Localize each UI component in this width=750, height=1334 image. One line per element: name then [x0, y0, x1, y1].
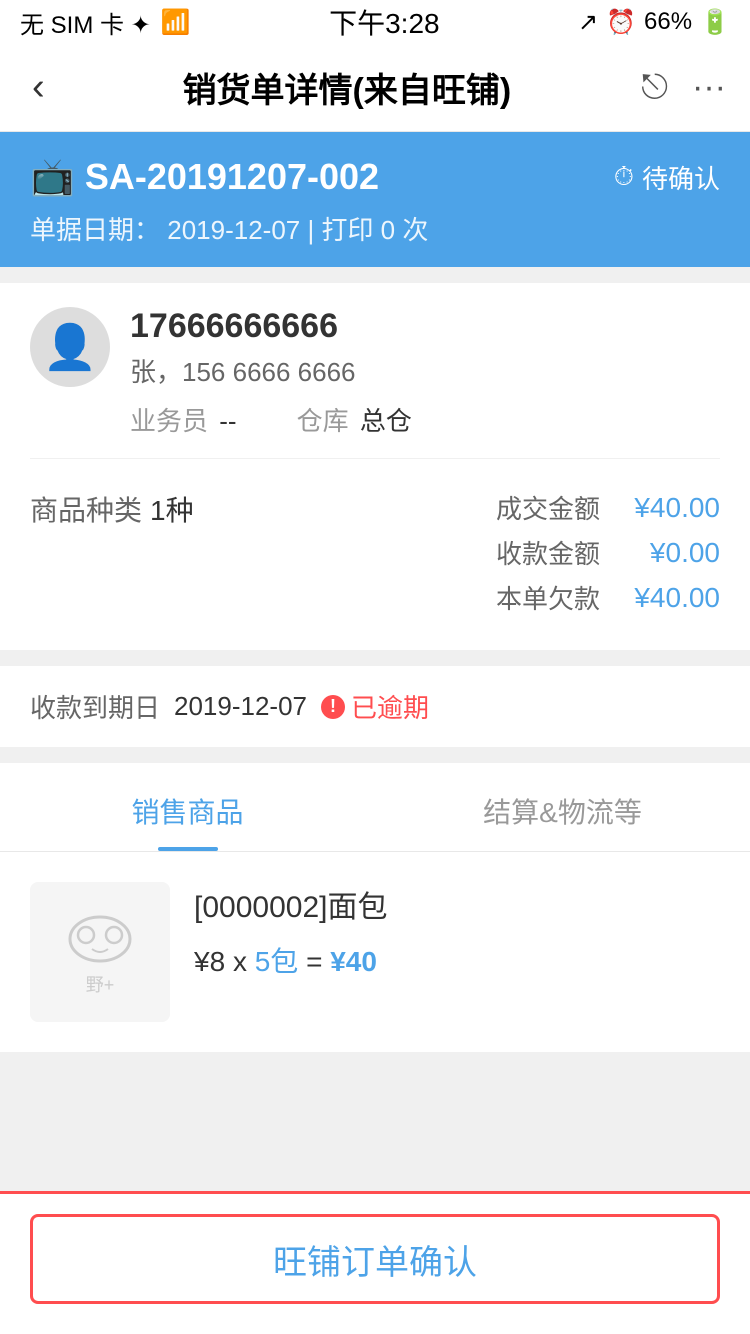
- page-title: 销货单详情(来自旺铺): [183, 63, 512, 112]
- owed-row: 本单欠款 ¥40.00: [496, 579, 720, 616]
- due-date-section: 收款到期日 2019-12-07 ! 已逾期: [0, 666, 750, 747]
- status-text: 待确认: [642, 159, 720, 196]
- product-type: 商品种类 1种: [30, 489, 194, 529]
- product-logo: 野+: [60, 907, 140, 997]
- tab-settlement-label: 结算&物流等: [483, 797, 642, 828]
- warehouse-label: 仓库: [297, 406, 349, 436]
- alarm-icon: ⏰: [606, 8, 636, 37]
- tab-settlement[interactable]: 结算&物流等: [375, 763, 750, 851]
- amount-summary: 成交金额 ¥40.00 收款金额 ¥0.00 本单欠款 ¥40.00: [496, 489, 720, 616]
- overdue-badge: ! 已逾期: [321, 688, 429, 725]
- product-qty: 5包: [255, 946, 299, 977]
- battery-text: 66%: [644, 8, 692, 36]
- warehouse-meta: 仓库 总仓: [297, 401, 412, 438]
- product-name: [0000002]面包: [194, 882, 720, 926]
- status-time: 下午3:28: [329, 2, 440, 42]
- product-price: ¥8 x 5包 = ¥40: [194, 940, 720, 980]
- divider-1: [30, 458, 720, 459]
- transaction-label: 成交金额: [496, 489, 600, 526]
- product-thumbnail: 野+: [30, 882, 170, 1022]
- order-date: 单据日期： 2019-12-07 | 打印 0 次: [30, 210, 720, 247]
- customer-name: 张，156 6666 6666: [130, 352, 720, 389]
- tab-products[interactable]: 销售商品: [0, 763, 375, 851]
- product-type-label: 商品种类: [30, 489, 142, 529]
- product-info: [0000002]面包 ¥8 x 5包 = ¥40: [194, 882, 720, 980]
- date-value: 2019-12-07: [167, 215, 300, 245]
- due-label: 收款到期日: [30, 688, 160, 725]
- transaction-value: ¥40.00: [620, 492, 720, 524]
- warehouse-value: 总仓: [360, 406, 412, 436]
- customer-info: 17666666666 张，156 6666 6666 业务员 -- 仓库 总仓: [130, 307, 720, 438]
- overdue-dot-icon: !: [321, 695, 345, 719]
- status-badge: ⏱ 待确认: [614, 159, 720, 196]
- sim-text: 无 SIM 卡 ✦: [20, 5, 151, 40]
- transaction-row: 成交金额 ¥40.00: [496, 489, 720, 526]
- sales-value: --: [219, 406, 236, 436]
- tabs-header: 销售商品 结算&物流等: [0, 763, 750, 852]
- equals-sign: =: [306, 946, 330, 977]
- multiply-sign: x: [233, 946, 255, 977]
- confirm-btn-label: 旺铺订单确认: [273, 1235, 477, 1284]
- owed-value: ¥40.00: [620, 582, 720, 614]
- tabs-section: 销售商品 结算&物流等 野+ [0000002]面包 ¥8 x: [0, 763, 750, 1052]
- order-id-text: SA-20191207-002: [85, 156, 379, 198]
- received-value: ¥0.00: [620, 537, 720, 569]
- order-header: 📺 SA-20191207-002 ⏱ 待确认 单据日期： 2019-12-07…: [0, 132, 750, 267]
- battery-icon: 🔋: [700, 8, 730, 37]
- sales-meta: 业务员 --: [130, 401, 237, 438]
- owed-label: 本单欠款: [496, 579, 600, 616]
- product-logo-text: 野+: [86, 971, 115, 997]
- confirm-order-button[interactable]: 旺铺订单确认: [30, 1214, 720, 1304]
- avatar-icon: 👤: [43, 321, 98, 373]
- due-date-value: 2019-12-07: [174, 691, 307, 722]
- status-bar: 无 SIM 卡 ✦ 📶 下午3:28 ↗ ⏰ 66% 🔋: [0, 0, 750, 44]
- summary-section: 商品种类 1种 成交金额 ¥40.00 收款金额 ¥0.00 本单欠款 ¥40.…: [30, 479, 720, 626]
- share-icon[interactable]: ⎋: [641, 68, 668, 107]
- back-button[interactable]: ‹: [24, 58, 53, 117]
- print-info: | 打印 0 次: [307, 215, 428, 245]
- nav-bar: ‹ 销货单详情(来自旺铺) ⎋ ···: [0, 44, 750, 132]
- status-clock-icon: ⏱: [614, 161, 634, 193]
- received-row: 收款金额 ¥0.00: [496, 534, 720, 571]
- nav-actions: ⎋ ···: [641, 68, 726, 107]
- customer-meta: 业务员 -- 仓库 总仓: [130, 401, 720, 438]
- avatar: 👤: [30, 307, 110, 387]
- product-item: 野+ [0000002]面包 ¥8 x 5包 = ¥40: [0, 852, 750, 1052]
- overdue-text: 已逾期: [351, 688, 429, 725]
- customer-phone: 17666666666: [130, 307, 720, 346]
- product-total: ¥40: [330, 946, 377, 977]
- received-label: 收款金额: [496, 534, 600, 571]
- order-id: 📺 SA-20191207-002: [30, 156, 379, 198]
- location-icon: ↗: [578, 8, 598, 37]
- price-unit: ¥8: [194, 946, 225, 977]
- status-right: ↗ ⏰ 66% 🔋: [578, 8, 730, 37]
- sales-label: 业务员: [130, 406, 208, 436]
- wifi-icon: 📶: [161, 8, 191, 37]
- status-left: 无 SIM 卡 ✦ 📶: [20, 5, 191, 40]
- confirm-btn-container: 旺铺订单确认: [0, 1191, 750, 1334]
- customer-card: 👤 17666666666 张，156 6666 6666 业务员 -- 仓库 …: [0, 283, 750, 650]
- order-icon: 📺: [30, 156, 75, 198]
- date-label: 单据日期：: [30, 215, 160, 245]
- more-icon[interactable]: ···: [692, 68, 726, 107]
- product-type-value: 1种: [150, 489, 194, 529]
- tab-products-label: 销售商品: [131, 797, 243, 828]
